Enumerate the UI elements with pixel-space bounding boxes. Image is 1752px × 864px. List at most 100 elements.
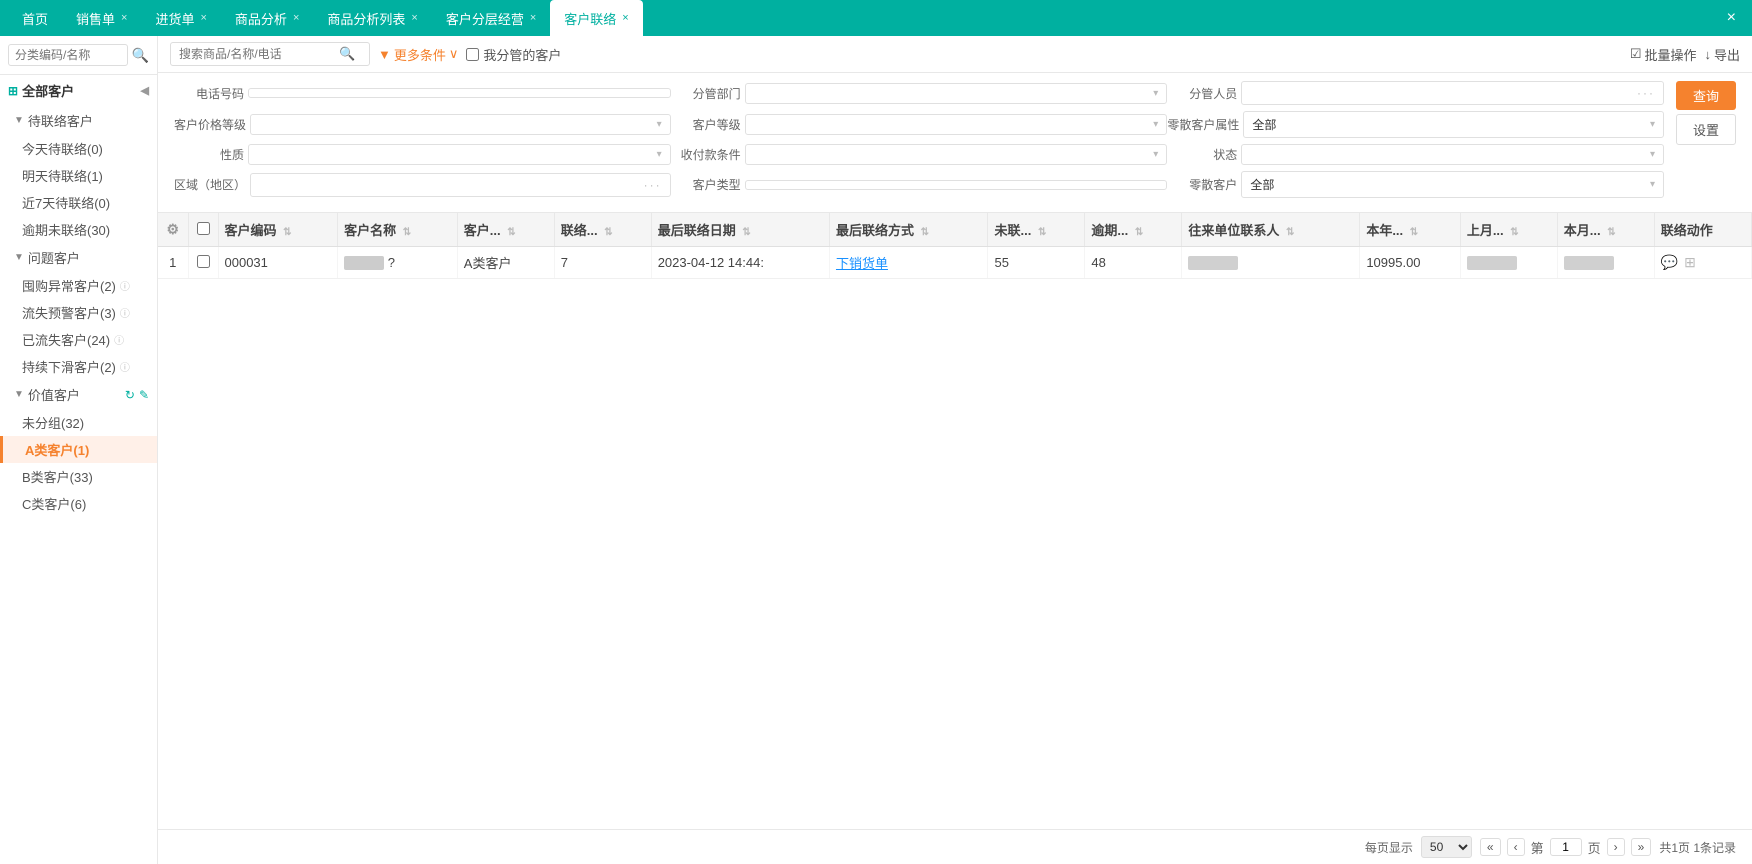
action-qr-icon[interactable]: ⊞ (1684, 254, 1696, 271)
filter-payment-select[interactable]: ▾ (745, 144, 1168, 165)
close-tab-sales[interactable]: × (121, 12, 127, 24)
last-page-btn[interactable]: » (1631, 838, 1652, 856)
main-search-input[interactable] (179, 47, 339, 61)
row-contact: 7 (554, 247, 651, 279)
row-checkbox[interactable] (197, 255, 210, 268)
nav-home[interactable]: 首页 (8, 0, 62, 36)
first-page-btn[interactable]: « (1480, 838, 1501, 856)
sort-icon[interactable]: ⇅ (1510, 227, 1518, 238)
action-chat-icon[interactable]: 💬 (1661, 254, 1678, 271)
nav-tab-goods-analysis-list[interactable]: 商品分析列表 × (313, 0, 431, 36)
sidebar-search-icon[interactable]: 🔍 (132, 47, 149, 64)
more-conditions-btn[interactable]: ▼ 更多条件 ∨ (378, 45, 458, 64)
page-input[interactable] (1550, 838, 1582, 856)
sort-icon[interactable]: ⇅ (283, 227, 291, 238)
close-tab-purchase[interactable]: × (200, 12, 206, 24)
top-navigation: 首页 销售单 × 进货单 × 商品分析 × 商品分析列表 × 客户分层经营 × … (0, 0, 1752, 36)
grid-icon: ⊞ (8, 84, 18, 98)
close-tab-customer-contact[interactable]: × (622, 12, 628, 24)
sidebar-item-class-a[interactable]: A类客户(1) (0, 436, 157, 463)
filter-dept-select[interactable]: ▾ (745, 83, 1168, 104)
sidebar-item-class-b[interactable]: B类客户(33) (0, 463, 157, 490)
sort-icon[interactable]: ⇅ (1607, 227, 1615, 238)
sidebar-item-overdue-pending[interactable]: 逾期未联络(30) (0, 216, 157, 243)
my-customers-checkbox[interactable] (466, 48, 479, 61)
sidebar-item-7days-pending[interactable]: 近7天待联络(0) (0, 189, 157, 216)
filter-status: 状态 ▾ (1167, 144, 1664, 165)
filter-customer-level-select[interactable]: ▾ (745, 114, 1168, 135)
filter-status-select[interactable]: ▾ (1241, 144, 1664, 165)
row-overdue: 48 (1085, 247, 1182, 279)
next-page-btn[interactable]: › (1607, 838, 1625, 856)
sidebar-item-tomorrow-pending[interactable]: 明天待联络(1) (0, 162, 157, 189)
sort-icon[interactable]: ⇅ (507, 227, 515, 238)
dots-icon: ··· (644, 178, 662, 192)
export-btn[interactable]: ↓ 导出 (1704, 45, 1740, 64)
close-tab-customer-segment[interactable]: × (530, 12, 536, 24)
sidebar-group-pending[interactable]: ▼ 待联络客户 (0, 106, 157, 135)
filter-region-input[interactable]: ··· (250, 173, 671, 197)
table-header-row: ⚙ 客户编码 ⇅ 客户名称 ⇅ (158, 213, 1752, 247)
sidebar-group-problem[interactable]: ▼ 问题客户 (0, 243, 157, 272)
nav-tab-customer-contact[interactable]: 客户联络 × (550, 0, 642, 36)
filter-customer-type-label: 客户类型 (671, 176, 741, 193)
value-edit-icon[interactable]: ✎ (139, 388, 149, 402)
nav-tab-customer-segment[interactable]: 客户分层经营 × (432, 0, 550, 36)
sidebar-item-lost[interactable]: 已流失客户(24) ⓘ (0, 326, 157, 353)
sort-icon[interactable]: ⇅ (1038, 227, 1046, 238)
filter-customer-type-input[interactable] (745, 180, 1168, 190)
arrow-icon: ▼ (14, 389, 24, 400)
dropdown-arrow-icon: ▾ (1650, 149, 1655, 160)
value-refresh-icon[interactable]: ↻ (125, 388, 135, 402)
select-all-checkbox[interactable] (197, 222, 210, 235)
prev-page-btn[interactable]: ‹ (1507, 838, 1525, 856)
sidebar-item-loss-warning[interactable]: 流失预警客户(3) ⓘ (0, 299, 157, 326)
last-method-link[interactable]: 下销货单 (836, 256, 888, 271)
query-button[interactable]: 查询 (1676, 81, 1736, 110)
per-page-select[interactable]: 50 20 100 200 (1421, 836, 1472, 858)
sidebar-group-value[interactable]: ▼ 价值客户 ↻ ✎ (0, 380, 157, 409)
nav-tab-sales[interactable]: 销售单 × (62, 0, 141, 36)
filter-retail-select[interactable]: 全部 ▾ (1241, 171, 1664, 198)
main-search-icon[interactable]: 🔍 (339, 46, 355, 62)
filter-price-level-select[interactable]: ▾ (250, 114, 671, 135)
last-month-blurred (1467, 256, 1517, 270)
sort-icon[interactable]: ⇅ (1410, 227, 1418, 238)
col-name: 客户名称 ⇅ (338, 213, 458, 247)
adv-filter-actions: 查询 设置 (1676, 81, 1736, 204)
customer-name-blurred (344, 256, 384, 270)
close-tab-goods-analysis[interactable]: × (293, 12, 299, 24)
sidebar-item-abnormal-hoard[interactable]: 囤购异常客户(2) ⓘ (0, 272, 157, 299)
bottom-bar: 每页显示 50 20 100 200 « ‹ 第 页 › » 共1页 1条记录 (158, 829, 1752, 864)
main-search-box[interactable]: 🔍 (170, 42, 370, 66)
nav-tab-purchase[interactable]: 进货单 × (141, 0, 220, 36)
window-close-button[interactable]: × (1719, 9, 1744, 27)
sidebar-all-customers[interactable]: ⊞ 全部客户 ◀ (0, 75, 157, 106)
table-settings-icon[interactable]: ⚙ (166, 221, 179, 237)
filter-customer-level: 客户等级 ▾ (671, 114, 1168, 135)
sort-icon[interactable]: ⇅ (1286, 227, 1294, 238)
filter-nature-label: 性质 (174, 146, 244, 163)
row-checkbox-cell[interactable] (188, 247, 218, 279)
sort-icon[interactable]: ⇅ (742, 227, 750, 238)
settings-button[interactable]: 设置 (1676, 114, 1736, 145)
filter-retail-attr-select[interactable]: 全部 ▾ (1243, 111, 1664, 138)
my-customers-checkbox-label[interactable]: 我分管的客户 (466, 45, 561, 64)
filter-manager-input[interactable]: ··· (1241, 81, 1664, 105)
dropdown-arrow-icon: ▾ (1153, 119, 1158, 130)
sidebar-item-today-pending[interactable]: 今天待联络(0) (0, 135, 157, 162)
close-tab-goods-analysis-list[interactable]: × (411, 12, 417, 24)
nav-tab-goods-analysis[interactable]: 商品分析 × (221, 0, 313, 36)
sort-icon[interactable]: ⇅ (921, 227, 929, 238)
sort-icon[interactable]: ⇅ (604, 227, 612, 238)
batch-operation-btn[interactable]: ☑ 批量操作 (1630, 45, 1697, 64)
sort-icon[interactable]: ⇅ (403, 227, 411, 238)
filter-nature-select[interactable]: ▾ (248, 144, 671, 165)
col-gear: ⚙ (158, 213, 188, 247)
filter-phone-input[interactable] (248, 88, 671, 98)
sort-icon[interactable]: ⇅ (1135, 227, 1143, 238)
sidebar-item-ungroup[interactable]: 未分组(32) (0, 409, 157, 436)
sidebar-search-input[interactable] (8, 44, 128, 66)
sidebar-item-declining[interactable]: 持续下滑客户(2) ⓘ (0, 353, 157, 380)
sidebar-item-class-c[interactable]: C类客户(6) (0, 490, 157, 517)
